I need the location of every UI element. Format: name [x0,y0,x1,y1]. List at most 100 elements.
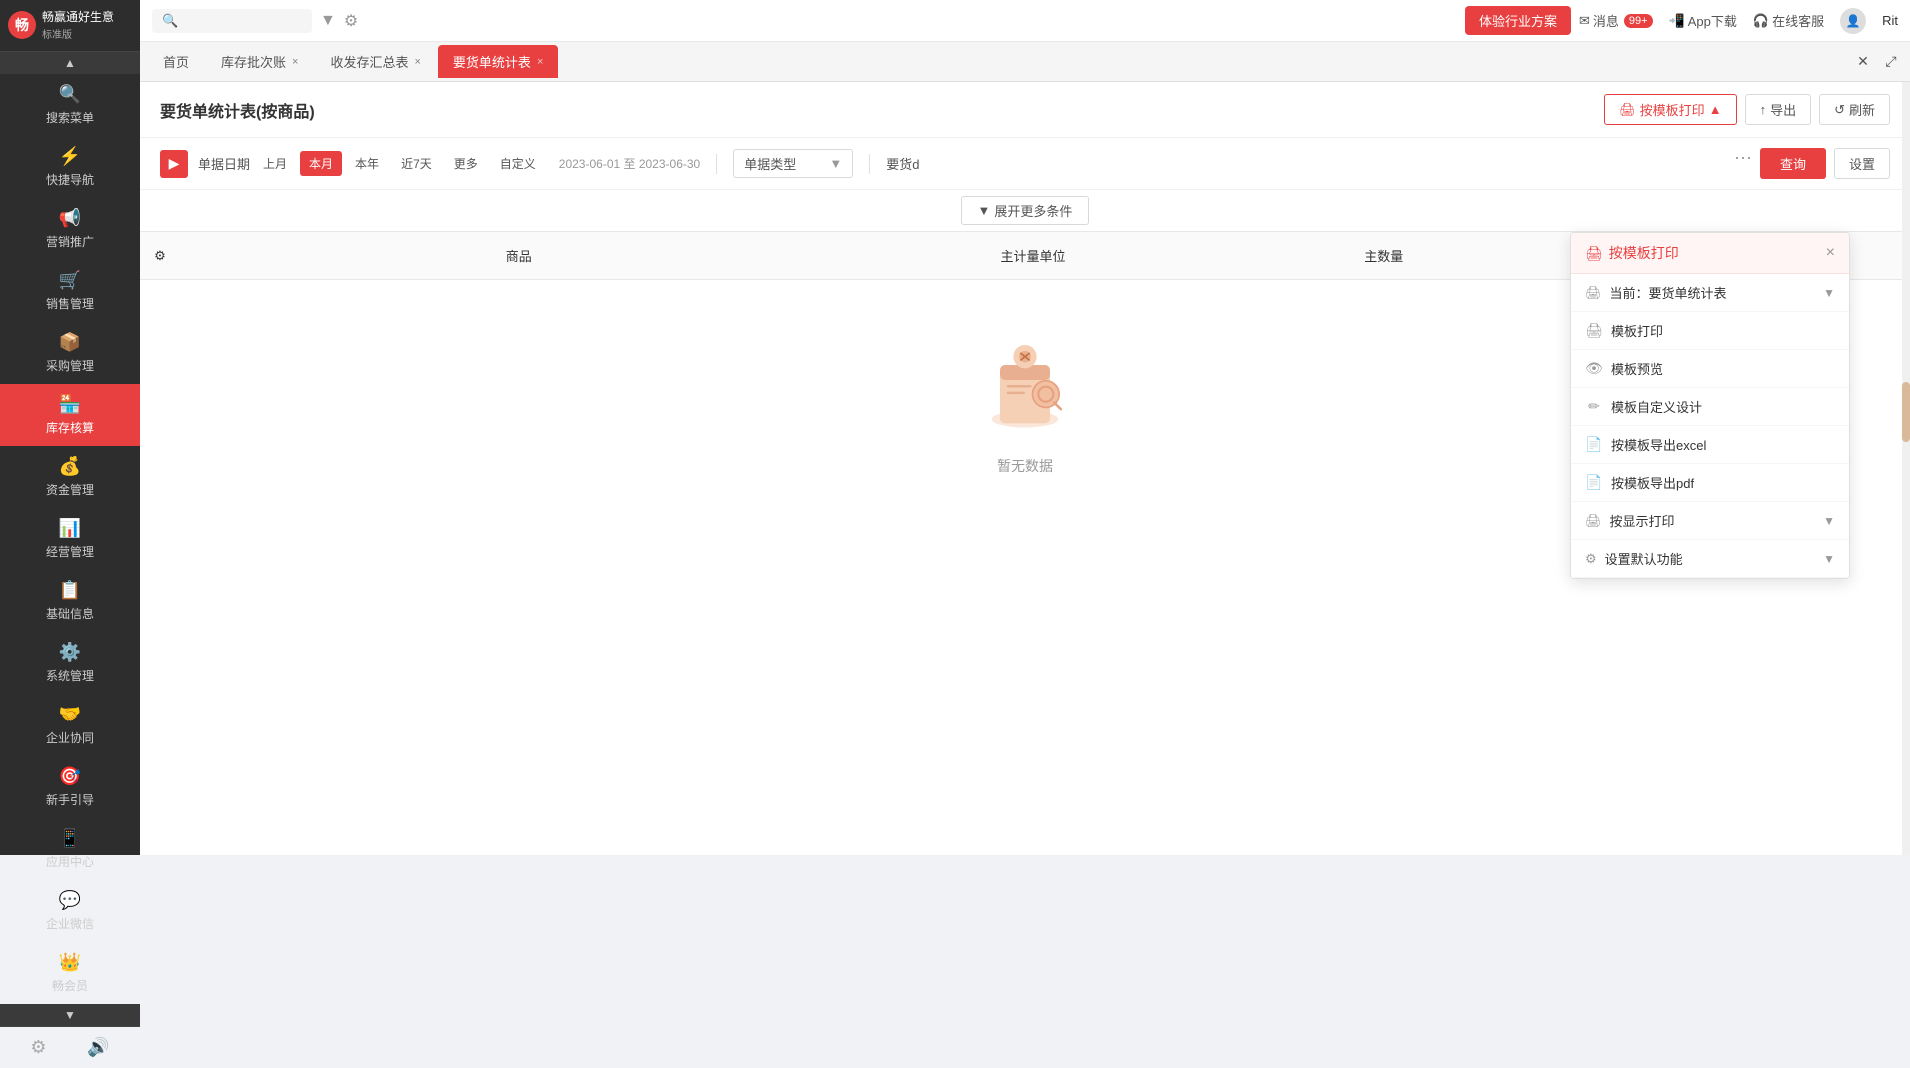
settings-bottom-icon[interactable]: ⚙ [30,1037,46,1058]
date-btn-custom[interactable]: 自定义 [491,151,545,176]
template-print-button[interactable]: 🖨 按模板打印 ▲ [1604,94,1736,125]
dropdown-item-template-design[interactable]: ✏ 模板自定义设计 [1571,388,1849,426]
content-wrapper: 要货单统计表(按商品) 🖨 按模板打印 ▲ ↑ 导出 ↺ 刷新 ▶ [140,82,1910,855]
printer-icon: 🖨 [1619,102,1636,118]
page-header: 要货单统计表(按商品) 🖨 按模板打印 ▲ ↑ 导出 ↺ 刷新 [140,82,1910,138]
refresh-button[interactable]: ↺ 刷新 [1819,94,1890,125]
dropdown-item-template-excel[interactable]: 📄 按模板导出excel [1571,426,1849,464]
sales-icon: 🛒 [59,270,81,291]
sidebar-item-operations[interactable]: 📊 经营管理 [0,508,140,570]
scroll-up[interactable]: ▲ [0,52,140,74]
sidebar-item-system[interactable]: ⚙️ 系统管理 [0,632,140,694]
date-btn-this-month[interactable]: 本月 [300,151,342,176]
tab-home[interactable]: 首页 [148,45,204,78]
sidebar-item-marketing[interactable]: 📢 营销推广 [0,198,140,260]
topbar: 🔍 ▼ ⚙ 体验行业方案 ✉ 消息 99+ 📲 App下载 🎧 在线客服 👤 [140,0,1910,42]
window-close-button[interactable]: ✕ [1852,51,1874,73]
dropdown-item-template-print[interactable]: 🖨 模板打印 [1571,312,1849,350]
guide-icon: 🎯 [59,766,81,787]
sidebar-item-sales[interactable]: 🛒 销售管理 [0,260,140,322]
display-print-chevron: ▼ [1823,514,1835,528]
default-settings-label: 设置默认功能 [1605,549,1683,568]
sidebar-item-purchase[interactable]: 📦 采购管理 [0,322,140,384]
sidebar-item-quicknav[interactable]: ⚡ 快捷导航 [0,136,140,198]
topbar-search[interactable]: 🔍 [152,9,312,33]
basic-icon: 📋 [59,580,81,601]
sidebar-item-basic[interactable]: 📋 基础信息 [0,570,140,632]
marketing-icon: 📢 [59,208,81,229]
expand-toggle[interactable]: ▶ [160,150,188,178]
tab-requisition-stats[interactable]: 要货单统计表 × [438,45,558,78]
tab-inventory-batch[interactable]: 库存批次账 × [206,45,313,78]
quicknav-icon: ⚡ [59,146,81,167]
topbar-search-icon: 🔍 [162,13,178,29]
online-service-item[interactable]: 🎧 在线客服 [1753,11,1824,30]
template-print-item-label: 模板打印 [1611,321,1663,340]
sidebar-item-member[interactable]: 👑 畅会员 [0,942,140,1004]
date-btn-prev-month[interactable]: 上月 [254,151,296,176]
date-btn-last7days[interactable]: 近7天 [392,151,441,176]
date-btn-this-year[interactable]: 本年 [346,151,388,176]
message-icon: ✉ [1579,13,1590,29]
export-button[interactable]: ↑ 导出 [1745,94,1812,125]
template-design-item-icon: ✏ [1585,398,1603,415]
trial-button[interactable]: 体验行业方案 [1465,6,1571,35]
dropdown-header: 🖨 按模板打印 × [1571,233,1849,274]
dropdown-item-template-pdf[interactable]: 📄 按模板导出pdf [1571,464,1849,502]
settings-button[interactable]: 设置 [1834,148,1890,179]
header-right-actions: 🖨 按模板打印 ▲ ↑ 导出 ↺ 刷新 [1604,94,1890,125]
settings-icon[interactable]: ⚙ [344,11,358,31]
operations-icon: 📊 [59,518,81,539]
template-pdf-item-icon: 📄 [1585,474,1603,491]
date-btn-more[interactable]: 更多 [445,151,487,176]
query-button[interactable]: 查询 [1760,148,1826,179]
scroll-down[interactable]: ▼ [0,1004,140,1026]
sidebar-label-system: 系统管理 [46,667,94,684]
topbar-dropdown-icon[interactable]: ▼ [320,12,336,30]
user-avatar[interactable]: 👤 [1840,8,1866,34]
window-maximize-button[interactable]: ⤢ [1880,51,1902,73]
tab-collection-summary-close[interactable]: × [414,56,420,68]
sound-icon[interactable]: 🔊 [87,1037,109,1058]
sidebar-item-guide[interactable]: 🎯 新手引导 [0,756,140,818]
more-options-icon[interactable]: ⋯ [1734,148,1752,179]
sidebar-item-wechat[interactable]: 💬 企业微信 [0,880,140,942]
expand-more-button[interactable]: ▼ 展开更多条件 [961,196,1090,225]
type-filter-label: 单据类型 [744,154,796,173]
sidebar-label-appstore: 应用中心 [46,853,94,870]
tab-inventory-batch-close[interactable]: × [292,56,298,68]
avatar-placeholder: 👤 [1846,14,1861,28]
right-action-btns: ⋯ 查询 设置 [1734,148,1890,179]
sidebar-item-finance[interactable]: 💰 资金管理 [0,446,140,508]
messages-item[interactable]: ✉ 消息 99+ [1579,11,1653,30]
sidebar-item-search[interactable]: 🔍 搜索菜单 [0,74,140,136]
user-name: Rit [1882,13,1898,28]
app-name: 畅赢通好生意 [42,10,114,26]
sidebar-item-appstore[interactable]: 📱 应用中心 [0,818,140,880]
dropdown-display-print[interactable]: 🖨 按显示打印 ▼ [1571,502,1849,540]
extra-filter-label: 要货d [886,154,919,173]
dropdown-current[interactable]: 🖨 当前：要货单统计表 ▼ [1571,274,1849,312]
dropdown-close-button[interactable]: × [1826,244,1835,262]
scrollbar-thumb[interactable] [1902,382,1910,442]
sidebar-item-enterprise[interactable]: 🤝 企业协同 [0,694,140,756]
date-range: 2023-06-01 至 2023-06-30 [559,155,700,172]
display-print-icon: 🖨 [1585,513,1602,529]
type-filter-select[interactable]: 单据类型 ▼ [733,149,853,178]
sidebar-logo: 畅 畅赢通好生意 标准版 [0,0,140,52]
tab-requisition-stats-close[interactable]: × [537,56,543,68]
dropdown-display-print-left: 🖨 按显示打印 [1585,511,1675,530]
col-settings[interactable]: ⚙ [140,242,180,270]
finance-icon: 💰 [59,456,81,477]
dropdown-item-template-preview[interactable]: 👁 模板预览 [1571,350,1849,388]
app-download-item[interactable]: 📲 App下载 [1669,11,1737,30]
tab-collection-summary[interactable]: 收发存汇总表 × [315,45,435,78]
app-badge: 标准版 [42,26,114,41]
dropdown-default-settings[interactable]: ⚙ 设置默认功能 ▼ [1571,540,1849,578]
date-filter: 单据日期 上月 本月 本年 近7天 更多 自定义 [198,151,545,176]
date-label: 单据日期 [198,154,250,173]
messages-label: 消息 [1593,11,1619,30]
sidebar-item-inventory[interactable]: 🏪 库存核算 [0,384,140,446]
template-print-dropdown: 🖨 按模板打印 × 🖨 当前：要货单统计表 ▼ 🖨 模板打印 👁 模板预览 [1570,232,1850,579]
vertical-scrollbar[interactable] [1902,82,1910,855]
